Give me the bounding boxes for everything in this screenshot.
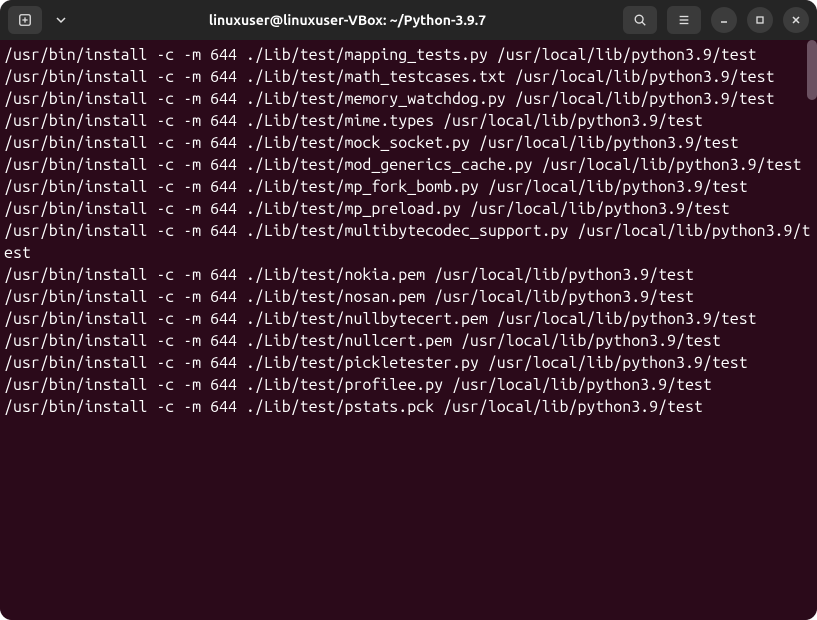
close-icon <box>791 15 801 25</box>
window-title: linuxuser@linuxuser-VBox: ~/Python-3.9.7 <box>72 12 623 28</box>
titlebar: linuxuser@linuxuser-VBox: ~/Python-3.9.7 <box>0 0 817 40</box>
menu-button[interactable] <box>667 6 701 34</box>
new-tab-icon <box>18 13 32 27</box>
titlebar-left <box>8 6 72 34</box>
hamburger-icon <box>677 13 691 27</box>
search-button[interactable] <box>623 6 657 34</box>
terminal-window: linuxuser@linuxuser-VBox: ~/Python-3.9.7 <box>0 0 817 620</box>
titlebar-right <box>623 6 809 34</box>
minimize-button[interactable] <box>711 7 737 33</box>
maximize-icon <box>755 15 765 25</box>
new-tab-button[interactable] <box>8 6 42 34</box>
minimize-icon <box>719 15 729 25</box>
scrollbar-thumb[interactable] <box>807 40 817 100</box>
close-button[interactable] <box>783 7 809 33</box>
add-tab-button[interactable] <box>50 6 72 34</box>
chevron-down-icon <box>56 15 66 25</box>
search-icon <box>633 13 647 27</box>
terminal-output[interactable]: /usr/bin/install -c -m 644 ./Lib/test/ma… <box>0 40 817 620</box>
maximize-button[interactable] <box>747 7 773 33</box>
